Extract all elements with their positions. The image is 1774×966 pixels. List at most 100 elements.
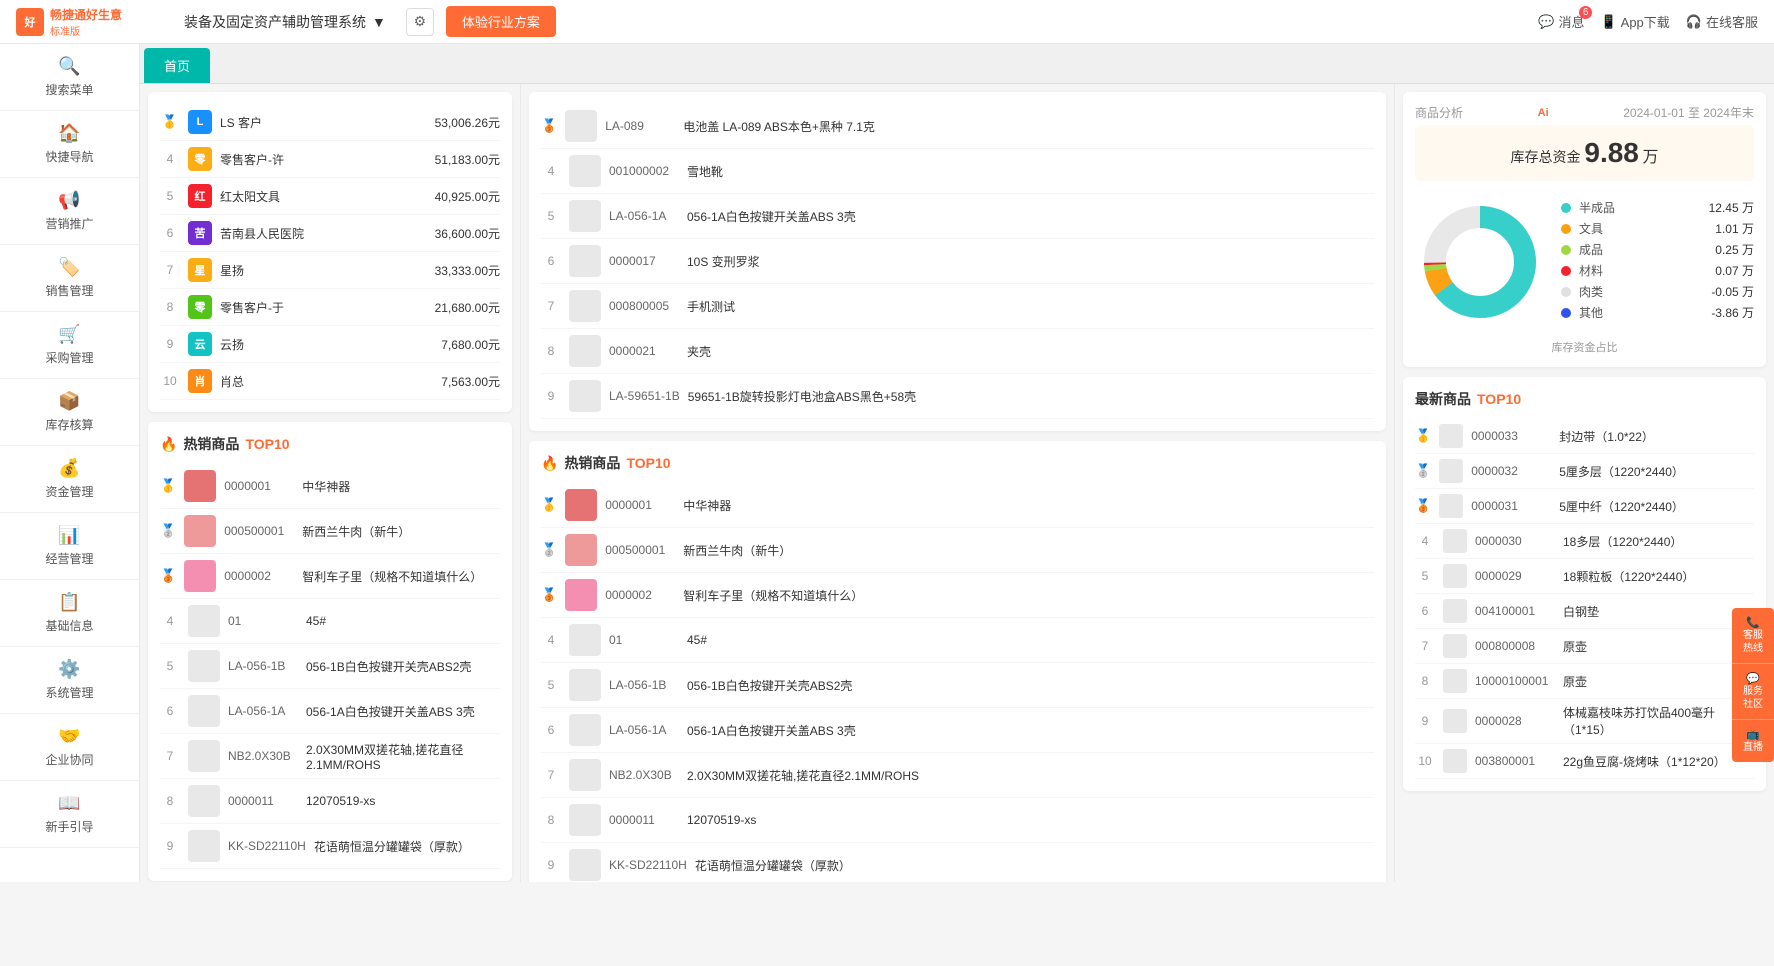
gold-medal-icon: 🥇 <box>541 497 557 513</box>
customer-avatar: 云 <box>188 332 212 356</box>
online-service-button[interactable]: 🎧 在线客服 <box>1686 12 1758 31</box>
tab-home[interactable]: 首页 <box>144 48 210 83</box>
product-image-placeholder <box>188 650 220 682</box>
product-image-placeholder <box>569 804 601 836</box>
sidebar-item-quicknav[interactable]: 🏠 快捷导航 <box>0 111 139 178</box>
hot-products-title: 🔥 热销商品 TOP10 <box>160 434 500 454</box>
product-image-placeholder <box>188 830 220 862</box>
sidebar-label-purchase: 采购管理 <box>45 349 93 366</box>
donut-chart <box>1415 197 1545 327</box>
customer-avatar: 红 <box>188 184 212 208</box>
hot-item: 6 LA-056-1A 056-1A白色按键开关盖ABS 3壳 <box>160 689 500 734</box>
search-icon: 🔍 <box>58 56 80 77</box>
hot-item: 8 0000011 12070519-xs <box>541 798 1374 843</box>
community-button[interactable]: 💬 服务社区 <box>1732 664 1774 720</box>
rank-item: 🥇 L LS 客户 53,006.26元 <box>160 104 500 141</box>
stock-legend: 半成品 12.45 万 文具 1.01 万 <box>1561 199 1754 325</box>
sidebar-item-finance[interactable]: 💰 资金管理 <box>0 446 139 513</box>
right-column: 商品分析 Ai 2024-01-01 至 2024年末 库存总资金 9.88 万 <box>1394 84 1774 882</box>
product-image <box>184 470 216 502</box>
sidebar-item-system[interactable]: ⚙️ 系统管理 <box>0 647 139 714</box>
sales-icon: 🏷️ <box>58 257 80 278</box>
legend-dot <box>1561 287 1571 297</box>
product-image-placeholder <box>188 695 220 727</box>
new-products-title: 最新商品 TOP10 <box>1415 389 1754 409</box>
legend-item-semifinished: 半成品 12.45 万 <box>1561 199 1754 216</box>
sidebar-item-inventory[interactable]: 📦 库存核算 <box>0 379 139 446</box>
customer-service-button[interactable]: 📞 客服热线 <box>1732 608 1774 664</box>
legend-item-other: 其他 -3.86 万 <box>1561 304 1754 321</box>
new-products-card: 最新商品 TOP10 🥇 0000033 封边带（1.0*22） 🥈 00000… <box>1403 377 1766 791</box>
product-image-placeholder <box>1443 669 1467 693</box>
sidebar-label-operations: 经营管理 <box>45 550 93 567</box>
hot-item: 7 NB2.0X30B 2.0X30MM双搓花轴,搓花直径2.1MM/ROHS <box>541 753 1374 798</box>
product-image-placeholder <box>569 380 601 412</box>
collab-icon: 🤝 <box>58 726 80 747</box>
hot-item: 6 0000017 10S 变刑罗浆 <box>541 239 1374 284</box>
sidebar-item-search[interactable]: 🔍 搜索菜单 <box>0 44 139 111</box>
logo-area: 好 畅捷通好生意 标准版 <box>16 6 156 38</box>
stock-top-bar: 商品分析 Ai 2024-01-01 至 2024年末 <box>1415 104 1754 121</box>
hot-item: 🥇 0000001 中华神器 <box>541 483 1374 528</box>
sidebar-item-purchase[interactable]: 🛒 采购管理 <box>0 312 139 379</box>
sidebar-label-collab: 企业协同 <box>45 751 93 768</box>
hot-item: 7 000800005 手机测试 <box>541 284 1374 329</box>
mid-top-products-card: 🥉 LA-089 电池盖 LA-089 ABS本色+黑种 7.1克 4 0010… <box>529 92 1386 431</box>
sidebar-label-guide: 新手引导 <box>45 818 93 835</box>
sidebar-label-inventory: 库存核算 <box>45 416 93 433</box>
product-image-placeholder <box>1439 494 1463 518</box>
rank-item: 9 云 云扬 7,680.00元 <box>160 326 500 363</box>
customer-avatar: 肖 <box>188 369 212 393</box>
sidebar-item-basics[interactable]: 📋 基础信息 <box>0 580 139 647</box>
trial-button[interactable]: 体验行业方案 <box>446 6 556 37</box>
hot-item: 6 LA-056-1A 056-1A白色按键开关盖ABS 3壳 <box>541 708 1374 753</box>
rank-item: 8 零 零售客户-于 21,680.00元 <box>160 289 500 326</box>
sidebar-item-collab[interactable]: 🤝 企业协同 <box>0 714 139 781</box>
hot-item: 🥉 0000002 智利车子里（规格不知道填什么） <box>160 554 500 599</box>
legend-item-finished: 成品 0.25 万 <box>1561 241 1754 258</box>
top-header: 好 畅捷通好生意 标准版 装备及固定资产辅助管理系统 ▼ ⚙ 体验行业方案 💬 … <box>0 0 1774 44</box>
new-item: 5 0000029 18颗粒板（1220*2440） <box>1415 559 1754 594</box>
bronze-medal-icon: 🥉 <box>541 587 557 603</box>
float-buttons: 📞 客服热线 💬 服务社区 📺 直播 <box>1732 608 1774 762</box>
product-image-placeholder <box>565 110 597 142</box>
new-item: 9 0000028 体械嘉枝味苏打饮品400毫升（1*15） <box>1415 699 1754 744</box>
hot-item: 7 NB2.0X30B 2.0X30MM双搓花轴,搓花直径2.1MM/ROHS <box>160 734 500 779</box>
sidebar-label-basics: 基础信息 <box>45 617 93 634</box>
product-image-placeholder <box>569 200 601 232</box>
system-selector[interactable]: 装备及固定资产辅助管理系统 ▼ <box>176 8 394 36</box>
product-image <box>565 534 597 566</box>
sidebar-item-marketing[interactable]: 📢 营销推广 <box>0 178 139 245</box>
sidebar-label-system: 系统管理 <box>45 684 93 701</box>
stock-summary-card: 商品分析 Ai 2024-01-01 至 2024年末 库存总资金 9.88 万 <box>1403 92 1766 367</box>
hot-item: 9 KK-SD22110H 花语萌恒温分罐罐袋（厚款） <box>541 843 1374 882</box>
headset-icon: 🎧 <box>1686 14 1702 30</box>
gear-button[interactable]: ⚙ <box>406 8 434 36</box>
product-image-placeholder <box>569 335 601 367</box>
bronze-medal-icon: 🥉 <box>160 568 176 584</box>
legend-dot <box>1561 308 1571 318</box>
new-item: 🥇 0000033 封边带（1.0*22） <box>1415 419 1754 454</box>
main-content: 🥇 L LS 客户 53,006.26元 4 零 零售客户-许 51,183.0… <box>140 84 1774 882</box>
hot-item: 8 0000021 夹壳 <box>541 329 1374 374</box>
finance-icon: 💰 <box>58 458 80 479</box>
chart-sub-label: 库存资金占比 <box>1415 339 1754 355</box>
product-image-placeholder <box>1443 529 1467 553</box>
hot-item: 9 KK-SD22110H 花语萌恒温分罐罐袋（厚款） <box>160 824 500 869</box>
sidebar-item-guide[interactable]: 📖 新手引导 <box>0 781 139 848</box>
product-image-placeholder <box>1439 424 1463 448</box>
customer-rank-card: 🥇 L LS 客户 53,006.26元 4 零 零售客户-许 51,183.0… <box>148 92 512 412</box>
live-button[interactable]: 📺 直播 <box>1732 720 1774 762</box>
community-icon: 💬 <box>1736 672 1770 685</box>
sidebar-item-sales[interactable]: 🏷️ 销售管理 <box>0 245 139 312</box>
hot-item: 5 LA-056-1B 056-1B白色按键开关壳ABS2壳 <box>541 663 1374 708</box>
product-image-placeholder <box>1439 459 1463 483</box>
silver-medal-icon: 🥈 <box>160 523 176 539</box>
rank-item: 4 零 零售客户-许 51,183.00元 <box>160 141 500 178</box>
app-download-button[interactable]: 📱 App下载 <box>1600 12 1669 31</box>
sidebar-item-operations[interactable]: 📊 经营管理 <box>0 513 139 580</box>
message-button[interactable]: 💬 消息 6 <box>1538 12 1584 31</box>
product-image-placeholder <box>569 155 601 187</box>
rank-item: 6 苦 苦南县人民医院 36,600.00元 <box>160 215 500 252</box>
new-item: 4 0000030 18多层（1220*2440） <box>1415 524 1754 559</box>
